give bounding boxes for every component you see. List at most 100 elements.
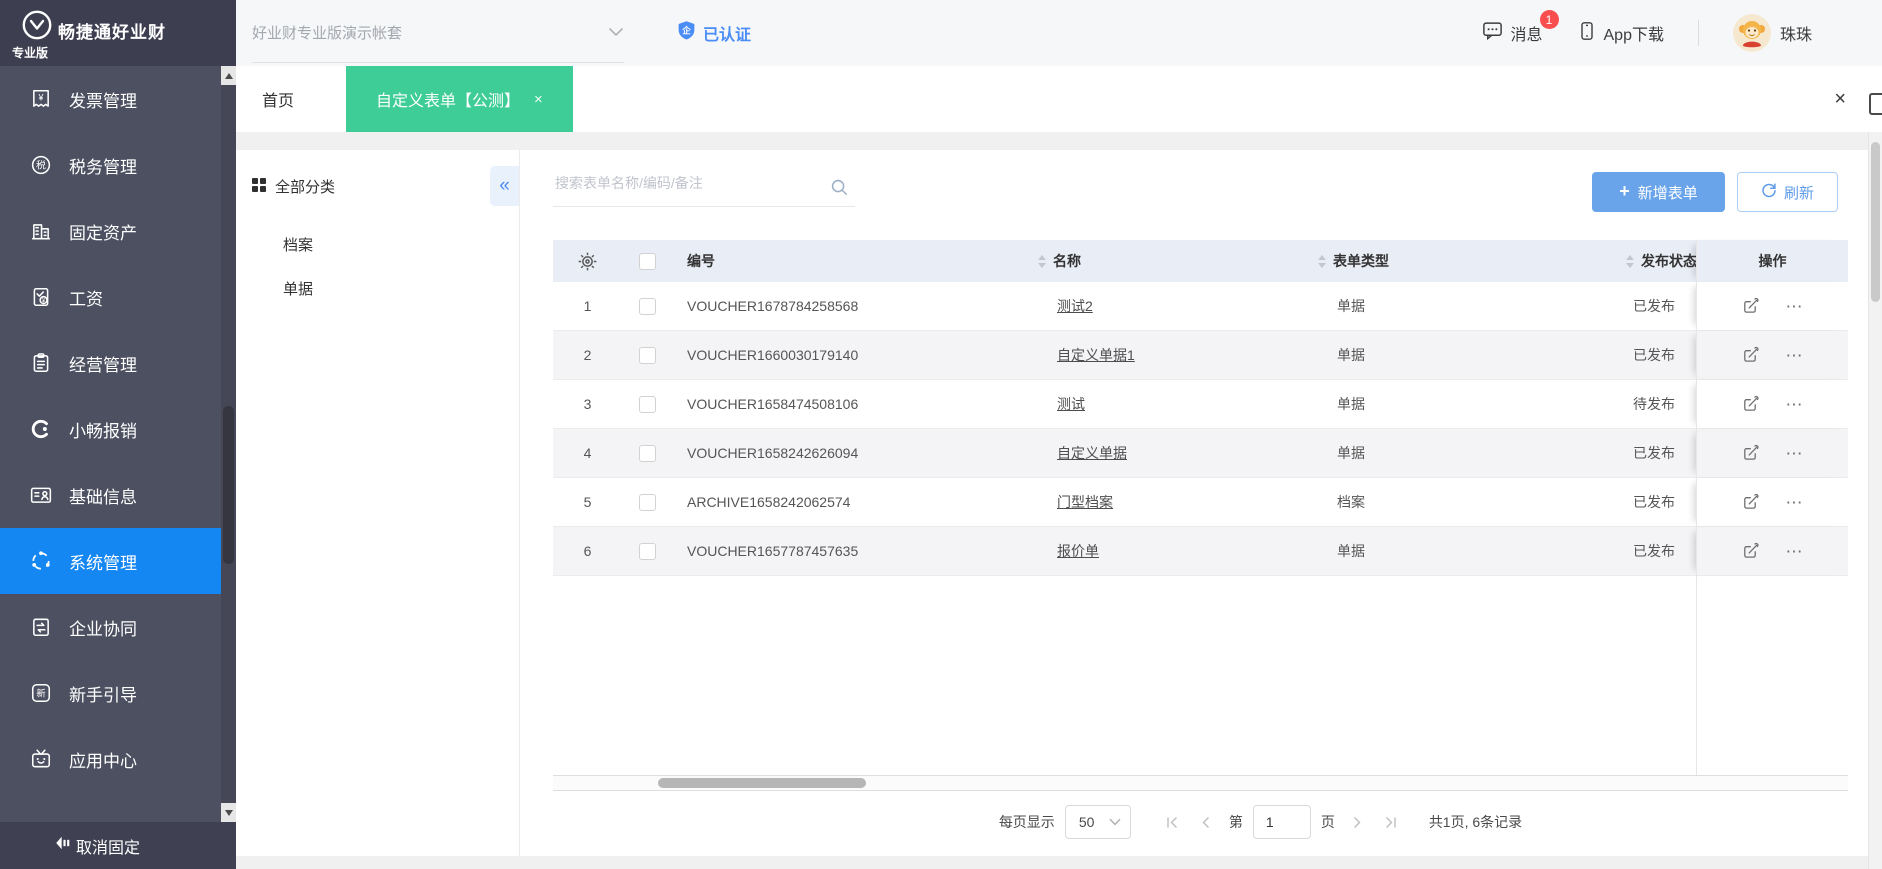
column-header-code[interactable]: 编号 xyxy=(673,240,1030,282)
row-index: 4 xyxy=(583,445,592,461)
grid-icon xyxy=(252,177,266,196)
row-index: 6 xyxy=(583,543,592,559)
horizontal-scrollbar-thumb[interactable] xyxy=(658,778,866,788)
menu-item-label: 税务管理 xyxy=(69,157,137,177)
edit-icon[interactable] xyxy=(1742,493,1760,511)
select-all-checkbox[interactable] xyxy=(639,252,656,270)
system-icon xyxy=(30,550,52,572)
form-name-link[interactable]: 测试 xyxy=(1057,394,1085,414)
sort-icon[interactable] xyxy=(1626,254,1634,268)
row-checkbox[interactable] xyxy=(639,346,656,364)
user-menu[interactable]: 珠珠 xyxy=(1732,14,1812,52)
page-scrollbar[interactable] xyxy=(1868,132,1882,869)
sidebar-item-expense[interactable]: 小畅报销 xyxy=(0,396,222,462)
form-name-link[interactable]: 测试2 xyxy=(1057,296,1093,316)
sidebar-item-app-center[interactable]: 应用中心 xyxy=(0,726,222,792)
messages-button[interactable]: 消息 1 xyxy=(1482,10,1559,46)
page-scrollbar-thumb[interactable] xyxy=(1871,142,1880,302)
app-download-button[interactable]: App下载 xyxy=(1577,21,1664,46)
last-page-button[interactable] xyxy=(1379,810,1403,834)
sidebar-item-salary[interactable]: ¥ 工资 xyxy=(0,264,222,330)
sidebar-item-tax[interactable]: 税 税务管理 xyxy=(0,132,222,198)
edit-icon[interactable] xyxy=(1742,297,1760,315)
menu-item-label: 新手引导 xyxy=(69,685,137,705)
sort-icon[interactable] xyxy=(1038,254,1046,268)
form-code-cell: VOUCHER1658242626094 xyxy=(687,445,859,461)
search-input[interactable] xyxy=(553,162,817,191)
table-row: 3 VOUCHER1658474508106 测试 单据 待发布 ⋯ xyxy=(553,380,1848,429)
verified-badge[interactable]: 企 已认证 xyxy=(676,20,751,46)
more-icon[interactable]: ⋯ xyxy=(1786,494,1804,511)
more-icon[interactable]: ⋯ xyxy=(1786,543,1804,560)
form-name-cell: 报价单 xyxy=(1030,527,1310,575)
close-tab-button[interactable]: × xyxy=(1834,66,1846,132)
edit-icon[interactable] xyxy=(1742,395,1760,413)
sidebar-scrollbar-thumb[interactable] xyxy=(223,406,234,564)
row-checkbox[interactable] xyxy=(639,542,656,560)
sidebar: 畅捷通好业财 专业版 ¥ 发票管理税 税务管理 固定资产 ¥ 工资 经营管理 小畅报销 基础信息… xyxy=(0,0,236,869)
unpin-button[interactable]: 取消固定 xyxy=(0,822,236,869)
form-type-cell: 单据 xyxy=(1337,298,1365,314)
sidebar-item-system[interactable]: 系统管理 xyxy=(0,528,222,594)
sidebar-item-invoice[interactable]: ¥ 发票管理 xyxy=(0,66,222,132)
row-checkbox[interactable] xyxy=(639,444,656,462)
scroll-down-icon[interactable] xyxy=(221,803,236,822)
topbar-right: 消息 1 App下载 珠珠 xyxy=(1482,10,1812,52)
sidebar-item-basic-info[interactable]: 基础信息 xyxy=(0,462,222,528)
app-logo-area[interactable]: 畅捷通好业财 专业版 xyxy=(0,0,236,66)
sidebar-item-collaboration[interactable]: 企业协同 xyxy=(0,594,222,660)
tab-close-icon[interactable]: × xyxy=(534,91,543,108)
column-label: 编号 xyxy=(687,253,715,269)
sort-icon[interactable] xyxy=(1318,254,1326,268)
refresh-button[interactable]: 刷新 xyxy=(1737,172,1838,212)
chevron-down-icon xyxy=(608,24,624,42)
collapse-panel-button[interactable]: « xyxy=(490,166,519,206)
gear-icon[interactable] xyxy=(578,252,597,271)
form-name-link[interactable]: 报价单 xyxy=(1057,541,1099,561)
sidebar-item-fixed-assets[interactable]: 固定资产 xyxy=(0,198,222,264)
form-type-cell: 档案 xyxy=(1337,494,1365,510)
row-checkbox[interactable] xyxy=(639,395,656,413)
tax-icon: 税 xyxy=(30,154,52,176)
sidebar-scrollbar[interactable] xyxy=(221,66,236,822)
form-name-link[interactable]: 门型档案 xyxy=(1057,492,1113,512)
page-number-input[interactable] xyxy=(1252,805,1311,839)
sidebar-item-business[interactable]: 经营管理 xyxy=(0,330,222,396)
column-label: 发布状态 xyxy=(1641,253,1696,269)
page-suffix-label: 页 xyxy=(1320,814,1335,830)
first-page-button[interactable] xyxy=(1161,810,1185,834)
form-name-link[interactable]: 自定义单据1 xyxy=(1057,345,1135,365)
row-checkbox-cell xyxy=(622,429,673,477)
more-icon[interactable]: ⋯ xyxy=(1786,298,1804,315)
horizontal-scrollbar[interactable] xyxy=(553,775,1848,791)
row-checkbox[interactable] xyxy=(639,493,656,511)
svg-text:¥: ¥ xyxy=(38,92,44,102)
more-icon[interactable]: ⋯ xyxy=(1786,396,1804,413)
edit-icon[interactable] xyxy=(1742,444,1760,462)
account-selector[interactable]: 好业财专业版演示帐套 xyxy=(252,4,624,63)
tab-home[interactable]: 首页 xyxy=(236,66,320,132)
row-index: 1 xyxy=(583,298,592,314)
more-icon[interactable]: ⋯ xyxy=(1786,347,1804,364)
row-checkbox[interactable] xyxy=(639,297,656,315)
edit-icon[interactable] xyxy=(1742,346,1760,364)
next-page-button[interactable] xyxy=(1345,810,1369,834)
page-prefix-label: 第 xyxy=(1228,814,1243,830)
more-icon[interactable]: ⋯ xyxy=(1786,445,1804,462)
column-header-status[interactable]: 发布状态 xyxy=(1618,240,1696,282)
row-actions: ⋯ xyxy=(1696,282,1848,330)
edit-icon[interactable] xyxy=(1742,542,1760,560)
form-name-link[interactable]: 自定义单据 xyxy=(1057,443,1127,463)
category-item-voucher[interactable]: 单据 xyxy=(236,268,519,312)
search-icon[interactable] xyxy=(830,178,849,202)
sidebar-item-guide[interactable]: 新 新手引导 xyxy=(0,660,222,726)
page-size-select[interactable]: 50 xyxy=(1064,805,1131,839)
table-row: 2 VOUCHER1660030179140 自定义单据1 单据 已发布 ⋯ xyxy=(553,331,1848,380)
add-form-button[interactable]: + 新增表单 xyxy=(1592,172,1725,212)
tab-custom-forms[interactable]: 自定义表单【公测】 × xyxy=(346,66,573,132)
category-item-archive[interactable]: 档案 xyxy=(236,224,519,268)
prev-page-button[interactable] xyxy=(1195,810,1219,834)
column-header-type[interactable]: 表单类型 xyxy=(1310,240,1618,282)
column-header-name[interactable]: 名称 xyxy=(1030,240,1310,282)
scroll-up-icon[interactable] xyxy=(221,66,236,85)
